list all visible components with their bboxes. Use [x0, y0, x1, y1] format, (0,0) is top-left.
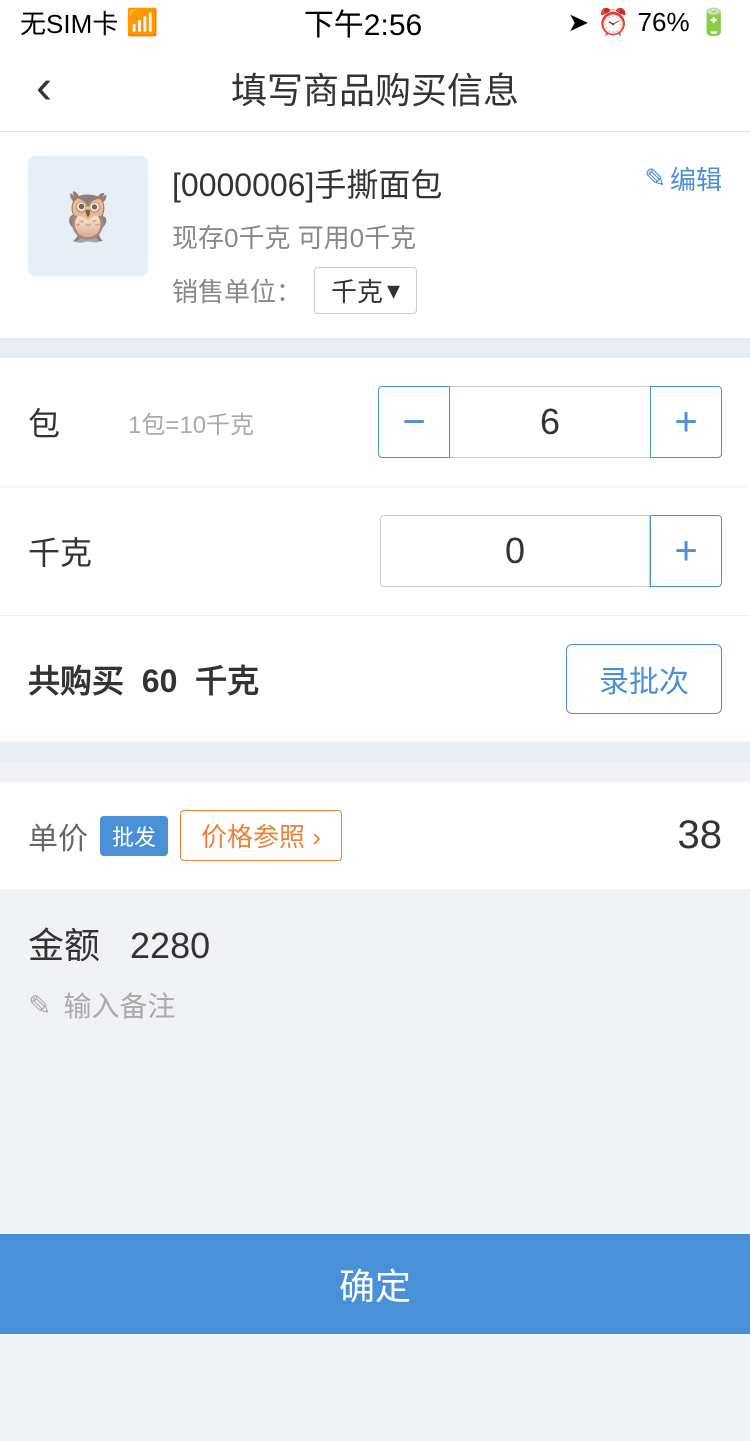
- product-header: [0000006]手撕面包 ✎ 编辑: [172, 160, 722, 206]
- time-display: 下午2:56: [304, 0, 422, 44]
- pencil-icon: ✎: [28, 989, 51, 1022]
- product-name: [0000006]手撕面包: [172, 160, 442, 206]
- back-button[interactable]: ‹: [0, 44, 88, 132]
- total-amount: 60: [142, 663, 178, 699]
- bag-input-row: 包 1包=10千克 − +: [0, 358, 750, 487]
- input-section: 包 1包=10千克 − + 千克 +: [0, 358, 750, 742]
- price-section: 单价 批发 价格参照 › 38: [0, 782, 750, 889]
- kg-label: 千克: [28, 528, 108, 574]
- amount-row: 金额 2280: [28, 917, 722, 969]
- wifi-icon: 📶: [126, 7, 158, 38]
- confirm-text: 确定: [339, 1258, 411, 1310]
- price-left: 单价 批发 价格参照 ›: [28, 810, 342, 861]
- status-bar: 无SIM卡 📶 下午2:56 ➤ ⏰ 76% 🔋: [0, 0, 750, 44]
- total-unit: 千克: [195, 663, 259, 699]
- kg-plus-button[interactable]: +: [650, 515, 722, 587]
- amount-value: 2280: [130, 925, 210, 966]
- price-label: 单价: [28, 814, 88, 858]
- edit-button[interactable]: ✎ 编辑: [644, 160, 722, 197]
- location-icon: ➤: [567, 7, 589, 38]
- price-value: 38: [678, 813, 723, 858]
- unit-value: 千克: [331, 272, 383, 309]
- battery-icon: 🔋: [698, 7, 730, 38]
- divider-1: [0, 338, 750, 358]
- alarm-icon: ⏰: [597, 7, 629, 38]
- unit-select[interactable]: 千克 ▾: [314, 267, 417, 314]
- status-right: ➤ ⏰ 76% 🔋: [567, 7, 730, 38]
- amount-label: 金额: [28, 925, 100, 966]
- total-label: 共购买: [28, 663, 124, 699]
- product-section: 🦉 [0000006]手撕面包 ✎ 编辑 现存0千克 可用0千克 销售单位： 千…: [0, 132, 750, 338]
- unit-label: 销售单位：: [172, 272, 302, 309]
- kg-plus-icon: +: [674, 529, 697, 574]
- confirm-bar[interactable]: 确定: [0, 1234, 750, 1334]
- product-stock: 现存0千克 可用0千克: [172, 218, 722, 255]
- product-image: 🦉: [28, 156, 148, 276]
- product-logo-icon: 🦉: [58, 188, 118, 245]
- carrier-text: 无SIM卡: [20, 4, 118, 41]
- remark-placeholder: 输入备注: [63, 985, 175, 1025]
- edit-label: 编辑: [670, 160, 722, 197]
- total-row: 共购买 60 千克 录批次: [0, 616, 750, 742]
- back-icon: ‹: [36, 60, 52, 115]
- price-ref-button[interactable]: 价格参照 ›: [180, 810, 342, 861]
- kg-input[interactable]: [380, 515, 650, 587]
- plus-icon: +: [674, 400, 697, 445]
- battery-text: 76%: [638, 7, 690, 38]
- price-tag: 批发: [100, 816, 168, 856]
- bag-controls: − +: [378, 386, 722, 458]
- total-text: 共购买 60 千克: [28, 656, 259, 702]
- unit-dropdown-icon: ▾: [387, 275, 400, 306]
- kg-input-row: 千克 +: [0, 487, 750, 616]
- batch-button[interactable]: 录批次: [566, 644, 722, 714]
- bag-input[interactable]: [450, 386, 650, 458]
- amount-section: 金额 2280 ✎ 输入备注: [0, 889, 750, 1041]
- product-unit-row: 销售单位： 千克 ▾: [172, 267, 722, 314]
- edit-icon: ✎: [644, 163, 666, 194]
- bag-minus-button[interactable]: −: [378, 386, 450, 458]
- minus-icon: −: [402, 400, 425, 445]
- bag-label: 包: [28, 399, 108, 445]
- bag-hint: 1包=10千克: [128, 405, 254, 440]
- kg-controls: +: [380, 515, 722, 587]
- remark-row[interactable]: ✎ 输入备注: [28, 985, 722, 1025]
- status-left: 无SIM卡 📶: [20, 4, 159, 41]
- product-info: [0000006]手撕面包 ✎ 编辑 现存0千克 可用0千克 销售单位： 千克 …: [172, 156, 722, 314]
- bag-plus-button[interactable]: +: [650, 386, 722, 458]
- nav-bar: ‹ 填写商品购买信息: [0, 44, 750, 132]
- page-title: 填写商品购买信息: [0, 62, 750, 114]
- divider-2: [0, 742, 750, 762]
